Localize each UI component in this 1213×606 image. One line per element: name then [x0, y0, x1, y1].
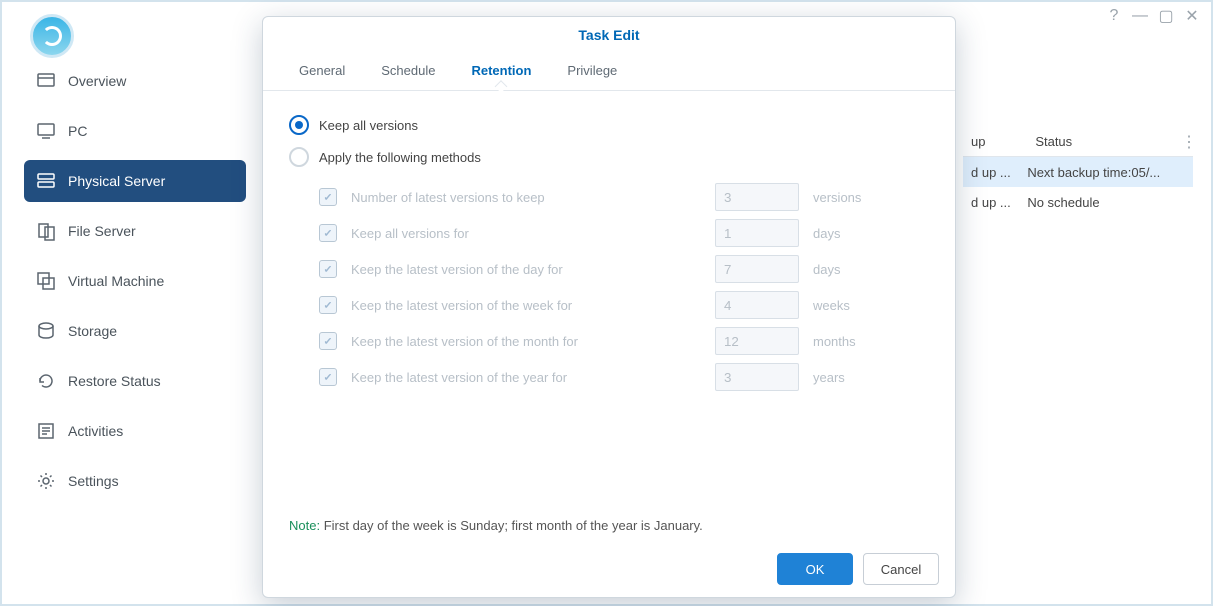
rule-unit: years: [813, 370, 873, 385]
retention-rule-row: Keep all versions for days: [319, 215, 929, 251]
rule-value-input[interactable]: [715, 255, 799, 283]
rule-value-input[interactable]: [715, 363, 799, 391]
checkbox-icon[interactable]: [319, 260, 337, 278]
radio-icon: [289, 147, 309, 167]
checkbox-icon[interactable]: [319, 224, 337, 242]
rule-value-input[interactable]: [715, 291, 799, 319]
rule-value-input[interactable]: [715, 327, 799, 355]
tab-privilege[interactable]: Privilege: [549, 53, 635, 90]
dialog-tabs: General Schedule Retention Privilege: [263, 53, 955, 91]
radio-keep-all-versions[interactable]: Keep all versions: [289, 109, 929, 141]
sidebar-item-label: Storage: [68, 323, 117, 339]
retention-rule-row: Number of latest versions to keep version…: [319, 179, 929, 215]
rule-label: Keep the latest version of the day for: [351, 262, 701, 277]
rule-unit: days: [813, 226, 873, 241]
table-cell: d up ...: [971, 195, 1027, 210]
table-header-cell[interactable]: up: [963, 126, 1027, 157]
vm-icon: [36, 271, 56, 291]
rule-unit: versions: [813, 190, 873, 205]
note-label: Note:: [289, 518, 320, 533]
checkbox-icon[interactable]: [319, 368, 337, 386]
sidebar-item-pc[interactable]: PC: [24, 110, 246, 152]
sidebar: Overview PC Physical Server File Server …: [24, 60, 246, 510]
table-cell: No schedule: [1027, 195, 1185, 210]
sidebar-item-label: File Server: [68, 223, 136, 239]
sidebar-item-label: Settings: [68, 473, 119, 489]
rule-unit: months: [813, 334, 873, 349]
table-row[interactable]: d up ... No schedule: [963, 187, 1193, 217]
table-cell: d up ...: [971, 165, 1027, 180]
sidebar-item-label: Overview: [68, 73, 126, 89]
pc-icon: [36, 121, 56, 141]
radio-label: Apply the following methods: [319, 150, 481, 165]
sidebar-item-label: Activities: [68, 423, 123, 439]
task-table: up Status d up ... Next backup time:05/.…: [963, 126, 1193, 217]
cancel-button[interactable]: Cancel: [863, 553, 939, 585]
rule-label: Keep the latest version of the week for: [351, 298, 701, 313]
restore-icon: [36, 371, 56, 391]
rule-label: Keep the latest version of the year for: [351, 370, 701, 385]
server-icon: [36, 171, 56, 191]
rule-label: Keep all versions for: [351, 226, 701, 241]
tab-general[interactable]: General: [281, 53, 363, 90]
footer-note: Note: First day of the week is Sunday; f…: [289, 518, 703, 533]
note-text: First day of the week is Sunday; first m…: [320, 518, 703, 533]
sidebar-item-storage[interactable]: Storage: [24, 310, 246, 352]
rule-label: Keep the latest version of the month for: [351, 334, 701, 349]
column-menu-icon[interactable]: ⋮: [1181, 132, 1193, 152]
sidebar-item-virtual-machine[interactable]: Virtual Machine: [24, 260, 246, 302]
storage-icon: [36, 321, 56, 341]
sidebar-item-label: Physical Server: [68, 173, 165, 189]
retention-rule-row: Keep the latest version of the month for…: [319, 323, 929, 359]
tab-retention[interactable]: Retention: [453, 53, 549, 90]
sidebar-item-label: Virtual Machine: [68, 273, 164, 289]
checkbox-icon[interactable]: [319, 332, 337, 350]
radio-icon: [289, 115, 309, 135]
radio-apply-methods[interactable]: Apply the following methods: [289, 141, 929, 173]
sidebar-item-physical-server[interactable]: Physical Server: [24, 160, 246, 202]
help-button[interactable]: ?: [1101, 5, 1127, 27]
close-button[interactable]: ✕: [1179, 5, 1205, 27]
maximize-button[interactable]: ▢: [1153, 5, 1179, 27]
overview-icon: [36, 71, 56, 91]
rule-value-input[interactable]: [715, 219, 799, 247]
checkbox-icon[interactable]: [319, 188, 337, 206]
minimize-button[interactable]: —: [1127, 5, 1153, 27]
gear-icon: [36, 471, 56, 491]
retention-rule-row: Keep the latest version of the week for w…: [319, 287, 929, 323]
tab-schedule[interactable]: Schedule: [363, 53, 453, 90]
sidebar-item-label: PC: [68, 123, 87, 139]
retention-rule-row: Keep the latest version of the day for da…: [319, 251, 929, 287]
sidebar-item-activities[interactable]: Activities: [24, 410, 246, 452]
sidebar-item-overview[interactable]: Overview: [24, 60, 246, 102]
dialog-title: Task Edit: [263, 17, 955, 43]
ok-button[interactable]: OK: [777, 553, 853, 585]
table-cell: Next backup time:05/...: [1027, 165, 1185, 180]
sidebar-item-restore-status[interactable]: Restore Status: [24, 360, 246, 402]
checkbox-icon[interactable]: [319, 296, 337, 314]
retention-rule-row: Keep the latest version of the year for y…: [319, 359, 929, 395]
sidebar-item-file-server[interactable]: File Server: [24, 210, 246, 252]
file-server-icon: [36, 221, 56, 241]
radio-label: Keep all versions: [319, 118, 418, 133]
rule-unit: weeks: [813, 298, 873, 313]
sidebar-item-settings[interactable]: Settings: [24, 460, 246, 502]
activities-icon: [36, 421, 56, 441]
sidebar-item-label: Restore Status: [68, 373, 161, 389]
rule-unit: days: [813, 262, 873, 277]
rule-label: Number of latest versions to keep: [351, 190, 701, 205]
table-header-cell[interactable]: Status: [1027, 126, 1193, 157]
rule-value-input[interactable]: [715, 183, 799, 211]
task-edit-dialog: Task Edit General Schedule Retention Pri…: [262, 16, 956, 598]
table-row[interactable]: d up ... Next backup time:05/...: [963, 157, 1193, 187]
